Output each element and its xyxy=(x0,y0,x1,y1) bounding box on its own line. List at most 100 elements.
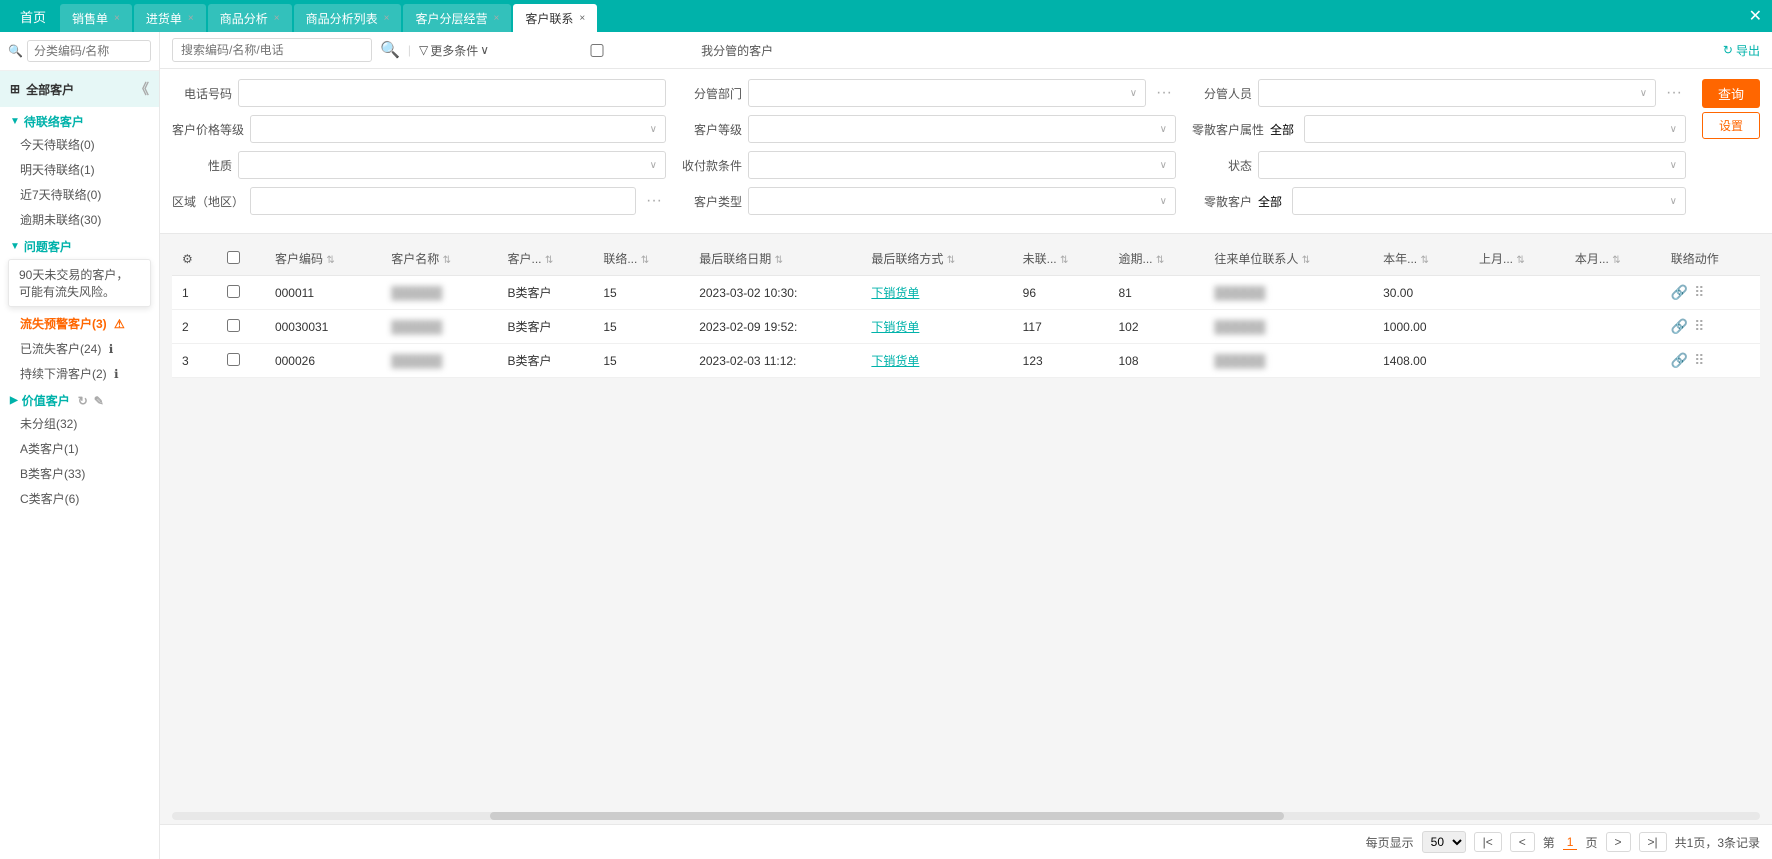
sidebar-item-churn-warning[interactable]: 流失预警客户(3) ⚠ xyxy=(0,311,159,336)
horizontal-scrollbar xyxy=(160,808,1772,824)
sidebar-item-7days-pending[interactable]: 近7天待联络(0) xyxy=(0,182,159,207)
nav-tab-purchase[interactable]: 进货单 × xyxy=(134,4,206,32)
sidebar-item-ungrouped[interactable]: 未分组(32) xyxy=(0,411,159,436)
export-button[interactable]: ↻ 导出 xyxy=(1723,42,1760,59)
more-conditions-button[interactable]: ▽ 更多条件 ∨ xyxy=(419,42,489,59)
nav-tab-customer-segments[interactable]: 客户分层经营 × xyxy=(403,4,511,32)
nav-tab-purchase-close[interactable]: × xyxy=(188,13,194,24)
action-more-icon-1[interactable]: ⠿ xyxy=(1694,318,1704,335)
filter-nature-select[interactable]: ∨ xyxy=(238,151,666,179)
scrollbar-thumb[interactable] xyxy=(490,812,1284,820)
sidebar-item-class-a[interactable]: A类客户(1) xyxy=(0,436,159,461)
nav-tab-analytics-close[interactable]: × xyxy=(274,13,280,24)
filter-person-select[interactable]: ∨ xyxy=(1258,79,1656,107)
select-all-checkbox[interactable] xyxy=(227,251,240,264)
sort-icon-last-method[interactable]: ⇅ xyxy=(947,255,955,266)
sidebar-all-customers[interactable]: ⊞ 全部客户 《 xyxy=(0,71,159,107)
cell-uncontacted-0: 96 xyxy=(1013,276,1109,310)
action-link-icon-2[interactable]: 🔗 xyxy=(1671,352,1688,369)
sort-icon-code[interactable]: ⇅ xyxy=(326,255,334,266)
search-button[interactable]: 🔍 xyxy=(380,40,400,60)
nature-arrow: ∨ xyxy=(650,160,657,171)
cell-checkbox-0 xyxy=(217,276,265,310)
sort-icon-type[interactable]: ⇅ xyxy=(545,255,553,266)
last-method-link-1[interactable]: 下销货单 xyxy=(871,320,919,334)
action-link-icon-1[interactable]: 🔗 xyxy=(1671,318,1688,335)
price-level-arrow: ∨ xyxy=(650,124,657,135)
filter-dept-select[interactable]: ∨ xyxy=(748,79,1146,107)
sidebar-item-class-b[interactable]: B类客户(33) xyxy=(0,461,159,486)
per-page-select[interactable]: 50 xyxy=(1422,831,1466,853)
filter-customer-level-field: 客户等级 ∨ xyxy=(682,115,1176,143)
nav-home[interactable]: 首页 xyxy=(8,0,58,32)
nav-tab-sales-close[interactable]: × xyxy=(114,13,120,24)
sidebar-item-tomorrow-pending[interactable]: 明天待联络(1) xyxy=(0,157,159,182)
prev-page-button[interactable]: < xyxy=(1510,832,1535,852)
settings-col-icon[interactable]: ⚙ xyxy=(182,252,193,266)
sort-icon-last-month[interactable]: ⇅ xyxy=(1516,255,1524,266)
sort-icon-name[interactable]: ⇅ xyxy=(443,255,451,266)
contact-person-blurred-1: ██████ xyxy=(1214,320,1265,334)
filter-zero-customer-select[interactable]: ∨ xyxy=(1292,187,1686,215)
window-close-button[interactable]: ✕ xyxy=(1749,6,1762,26)
region-more-btn[interactable]: ··· xyxy=(642,192,666,210)
sidebar-item-class-c[interactable]: C类客户(6) xyxy=(0,486,159,511)
filter-customer-level-select[interactable]: ∨ xyxy=(748,115,1176,143)
sort-icon-contact-person[interactable]: ⇅ xyxy=(1302,255,1310,266)
nav-tab-analytics[interactable]: 商品分析 × xyxy=(208,4,292,32)
settings-button[interactable]: 设置 xyxy=(1702,112,1760,139)
next-page-button[interactable]: > xyxy=(1606,832,1631,852)
filter-customer-type-select[interactable]: ∨ xyxy=(748,187,1176,215)
sidebar-item-overdue-pending[interactable]: 逾期未联络(30) xyxy=(0,207,159,232)
sort-icon-uncontacted[interactable]: ⇅ xyxy=(1060,255,1068,266)
my-customers-checkbox[interactable] xyxy=(497,44,697,57)
sort-icon-contact[interactable]: ⇅ xyxy=(641,255,649,266)
filter-phone-input[interactable] xyxy=(238,79,666,107)
sidebar-group-value[interactable]: ▶ 价值客户 ↻ ✎ xyxy=(0,386,159,411)
last-page-button[interactable]: >| xyxy=(1639,832,1667,852)
row-checkbox-1[interactable] xyxy=(227,319,240,332)
filter-region-select[interactable] xyxy=(250,187,636,215)
filter-price-level-select[interactable]: ∨ xyxy=(250,115,666,143)
nav-tab-customer-contact[interactable]: 客户联系 × xyxy=(513,4,597,32)
sidebar-search-input[interactable] xyxy=(27,40,151,62)
cell-this-month-0 xyxy=(1565,276,1661,310)
sidebar-collapse-icon[interactable]: 《 xyxy=(135,79,149,99)
my-customers-checkbox-label[interactable]: 我分管的客户 xyxy=(497,42,773,59)
first-page-button[interactable]: |< xyxy=(1474,832,1502,852)
filter-pay-terms-select[interactable]: ∨ xyxy=(748,151,1176,179)
sidebar-group-pending[interactable]: ▼ 待联络客户 xyxy=(0,107,159,132)
query-button[interactable]: 查询 xyxy=(1702,79,1760,108)
action-more-icon-0[interactable]: ⠿ xyxy=(1694,284,1704,301)
sort-icon-this-month[interactable]: ⇅ xyxy=(1612,255,1620,266)
sort-icon-this-year[interactable]: ⇅ xyxy=(1420,255,1428,266)
filter-zero-attr-select[interactable]: ∨ xyxy=(1304,115,1686,143)
dept-more-btn[interactable]: ··· xyxy=(1152,84,1176,102)
sidebar-group-problem[interactable]: ▼ 问题客户 xyxy=(0,232,159,257)
my-customers-label: 我分管的客户 xyxy=(701,42,773,59)
search-input[interactable] xyxy=(172,38,372,62)
action-icons-0: 🔗 ⠿ xyxy=(1671,284,1750,301)
nav-tab-analytics-list[interactable]: 商品分析列表 × xyxy=(294,4,402,32)
action-more-icon-2[interactable]: ⠿ xyxy=(1694,352,1704,369)
person-more-btn[interactable]: ··· xyxy=(1662,84,1686,102)
filter-zero-customer-value: 全部 xyxy=(1258,193,1282,210)
sidebar-item-declining[interactable]: 持续下滑客户(2) ℹ xyxy=(0,361,159,386)
nav-tab-customer-contact-close[interactable]: × xyxy=(579,13,585,24)
nav-tab-sales[interactable]: 销售单 × xyxy=(60,4,132,32)
row-checkbox-2[interactable] xyxy=(227,353,240,366)
last-method-link-2[interactable]: 下销货单 xyxy=(871,354,919,368)
nav-tab-purchase-label: 进货单 xyxy=(146,10,182,27)
filter-status-select[interactable]: ∨ xyxy=(1258,151,1686,179)
sidebar-item-churned[interactable]: 已流失客户(24) ℹ xyxy=(0,336,159,361)
sort-icon-overdue[interactable]: ⇅ xyxy=(1156,255,1164,266)
row-checkbox-0[interactable] xyxy=(227,285,240,298)
refresh-icon[interactable]: ↻ xyxy=(78,394,88,408)
last-method-link-0[interactable]: 下销货单 xyxy=(871,286,919,300)
action-link-icon-0[interactable]: 🔗 xyxy=(1671,284,1688,301)
sidebar-item-today-pending[interactable]: 今天待联络(0) xyxy=(0,132,159,157)
edit-icon[interactable]: ✎ xyxy=(94,394,104,408)
nav-tab-analytics-list-close[interactable]: × xyxy=(384,13,390,24)
nav-tab-customer-segments-close[interactable]: × xyxy=(493,13,499,24)
sort-icon-last-date[interactable]: ⇅ xyxy=(775,255,783,266)
